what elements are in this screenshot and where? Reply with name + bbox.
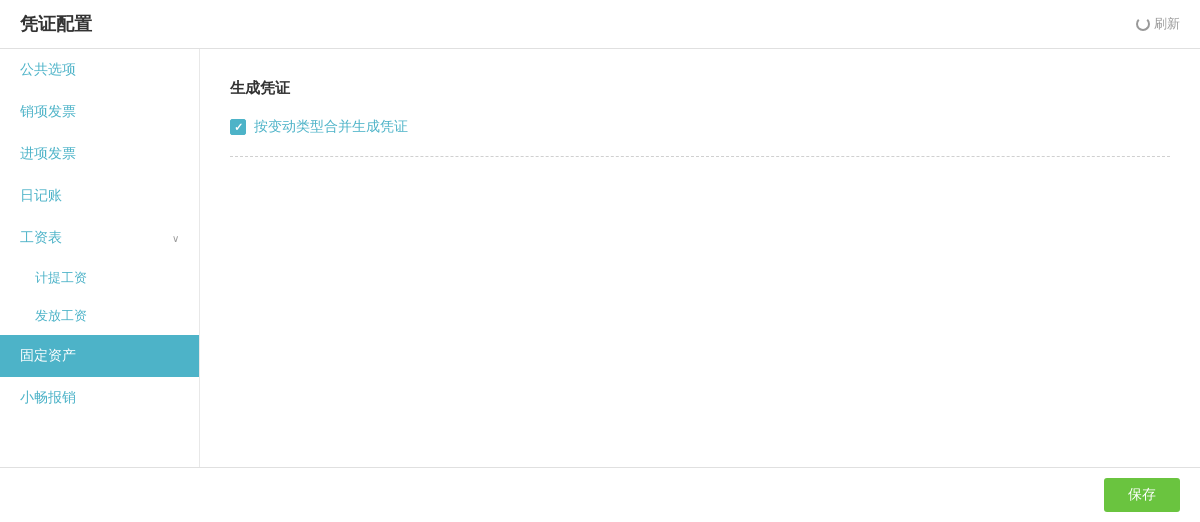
page-title: 凭证配置 [20, 12, 92, 36]
main-layout: 公共选项 销项发票 进项发票 日记账 工资表 ∨ 计提工资 发放工资 固定资 [0, 49, 1200, 467]
refresh-button[interactable]: 刷新 [1136, 15, 1180, 33]
sidebar-item-accrual-payroll[interactable]: 计提工资 [0, 259, 199, 297]
sidebar-item-label: 计提工资 [35, 270, 87, 285]
section-divider [230, 156, 1170, 157]
sidebar-item-label: 日记账 [20, 187, 62, 205]
page-wrapper: 凭证配置 刷新 公共选项 销项发票 进项发票 日记账 工资表 ∨ [0, 0, 1200, 522]
sidebar-item-label: 公共选项 [20, 61, 76, 79]
merge-voucher-checkbox[interactable] [230, 119, 246, 135]
header: 凭证配置 刷新 [0, 0, 1200, 49]
sidebar-item-distribute-payroll[interactable]: 发放工资 [0, 297, 199, 335]
refresh-label: 刷新 [1154, 15, 1180, 33]
sidebar-item-label: 发放工资 [35, 308, 87, 323]
sidebar-item-label: 小畅报销 [20, 389, 76, 407]
sidebar: 公共选项 销项发票 进项发票 日记账 工资表 ∨ 计提工资 发放工资 固定资 [0, 49, 200, 467]
sidebar-item-label: 销项发票 [20, 103, 76, 121]
sidebar-item-label: 工资表 [20, 229, 62, 247]
sidebar-item-journal[interactable]: 日记账 [0, 175, 199, 217]
sidebar-item-payroll-table[interactable]: 工资表 ∨ [0, 217, 199, 259]
sidebar-item-label: 固定资产 [20, 347, 76, 365]
sidebar-item-label: 进项发票 [20, 145, 76, 163]
refresh-icon [1136, 17, 1150, 31]
footer: 保存 [0, 467, 1200, 522]
section-title: 生成凭证 [230, 79, 1170, 98]
sidebar-item-fixed-assets[interactable]: 固定资产 [0, 335, 199, 377]
merge-voucher-label[interactable]: 按变动类型合并生成凭证 [254, 118, 408, 136]
save-button[interactable]: 保存 [1104, 478, 1180, 512]
sidebar-item-purchase-invoice[interactable]: 进项发票 [0, 133, 199, 175]
content-area: 生成凭证 按变动类型合并生成凭证 [200, 49, 1200, 467]
sidebar-item-public-options[interactable]: 公共选项 [0, 49, 199, 91]
sidebar-item-expense-reimbursement[interactable]: 小畅报销 [0, 377, 199, 419]
chevron-down-icon: ∨ [172, 233, 179, 244]
sidebar-item-sales-invoice[interactable]: 销项发票 [0, 91, 199, 133]
checkbox-row: 按变动类型合并生成凭证 [230, 118, 1170, 136]
